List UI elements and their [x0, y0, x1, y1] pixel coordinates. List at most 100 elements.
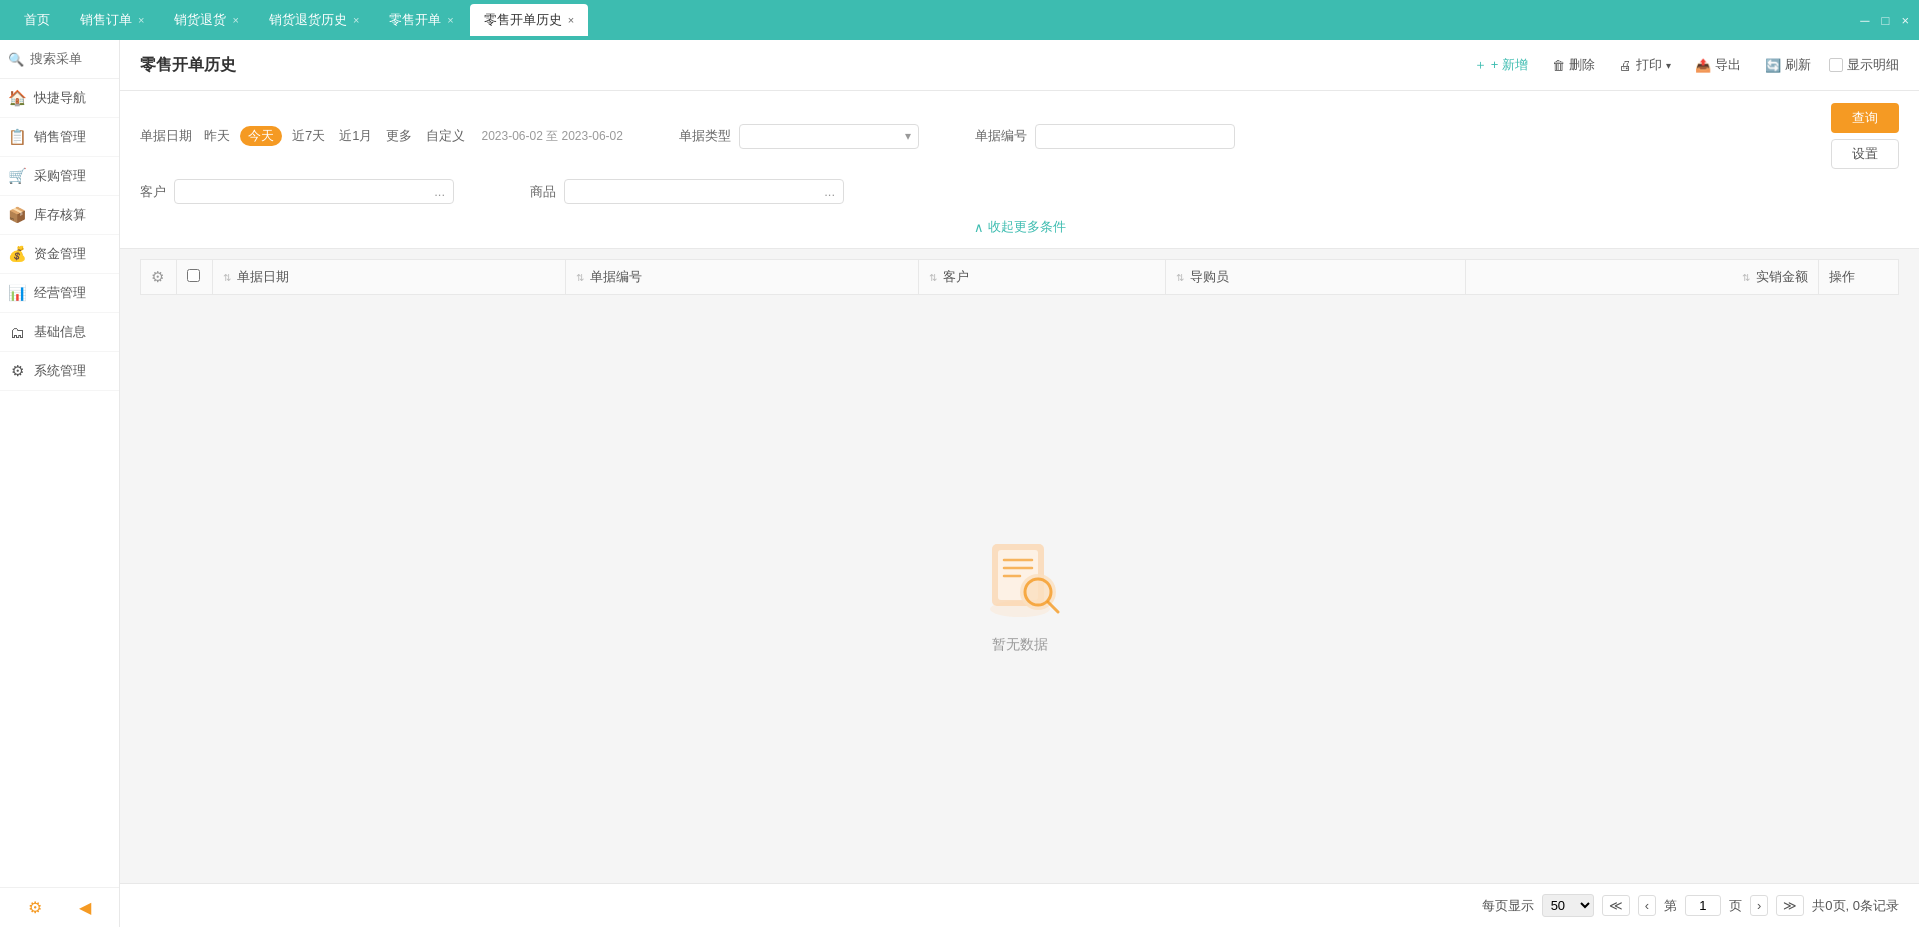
sidebar-label-basic-info: 基础信息	[34, 323, 86, 341]
goods-filter-field: 商品 ...	[530, 179, 844, 204]
sidebar-label-quick-nav: 快捷导航	[34, 89, 86, 107]
page-suffix: 页	[1729, 897, 1742, 915]
sidebar-icon-basic-info: 🗂	[8, 324, 26, 341]
collapse-up-icon: ∧	[974, 220, 984, 235]
type-select[interactable]	[739, 124, 919, 149]
date-filter-label: 单据日期	[140, 127, 192, 145]
date-7days-btn[interactable]: 近7天	[288, 125, 329, 147]
table-header-row: ⚙ ⇅ 单据日期 ⇅ 单据编号	[141, 260, 1899, 295]
sidebar-item-basic-info[interactable]: 🗂 基础信息	[0, 313, 119, 352]
tab-home[interactable]: 首页	[10, 4, 64, 36]
sort-number-icon[interactable]: ⇅	[576, 272, 584, 283]
new-button[interactable]: ＋ + 新增	[1468, 52, 1534, 78]
refresh-icon: 🔄	[1765, 58, 1781, 73]
collapse-bar[interactable]: ∧ 收起更多条件	[140, 214, 1899, 240]
th-customer: ⇅ 客户	[918, 260, 1165, 295]
date-1month-btn[interactable]: 近1月	[335, 125, 376, 147]
page-total-text: 共0页, 0条记录	[1812, 897, 1899, 915]
refresh-button[interactable]: 🔄 刷新	[1759, 52, 1817, 78]
prev-page-btn[interactable]: ‹	[1638, 895, 1656, 916]
tab-close-retail-open-history[interactable]: ×	[568, 14, 574, 26]
date-more-btn[interactable]: 更多	[382, 125, 416, 147]
sidebar-icon-finance: 💰	[8, 245, 26, 263]
table-area: ⚙ ⇅ 单据日期 ⇅ 单据编号	[120, 249, 1919, 883]
goods-browse-btn[interactable]: ...	[824, 184, 835, 199]
tab-close-sales-order[interactable]: ×	[138, 14, 144, 26]
sidebar-icon-quick-nav: 🏠	[8, 89, 26, 107]
select-all-checkbox[interactable]	[187, 269, 200, 282]
date-custom-btn[interactable]: 自定义	[422, 125, 469, 147]
sidebar-search[interactable]: 🔍 搜索采单	[0, 40, 119, 79]
filter-row-2: 客户 ... 商品 ...	[140, 179, 1899, 204]
number-filter-field: 单据编号	[975, 124, 1235, 149]
show-detail-toggle[interactable]: 显示明细	[1829, 56, 1899, 74]
minimize-btn[interactable]: ─	[1860, 13, 1869, 28]
goods-input[interactable]	[573, 184, 824, 199]
export-button[interactable]: 📤 导出	[1689, 52, 1747, 78]
number-filter-label: 单据编号	[975, 127, 1027, 145]
empty-state: 暂无数据	[140, 295, 1899, 883]
sidebar-item-inventory[interactable]: 📦库存核算	[0, 196, 119, 235]
sidebar-item-quick-nav[interactable]: 🏠 快捷导航	[0, 79, 119, 118]
customer-browse-btn[interactable]: ...	[434, 184, 445, 199]
date-range-text: 2023-06-02 至 2023-06-02	[481, 128, 622, 145]
page-title: 零售开单历史	[140, 55, 236, 76]
page-number-input[interactable]	[1685, 895, 1721, 916]
sidebar-item-operations[interactable]: 📊经营管理	[0, 274, 119, 313]
tab-close-sales-return[interactable]: ×	[232, 14, 238, 26]
per-page-label: 每页显示	[1482, 897, 1534, 915]
export-icon: 📤	[1695, 58, 1711, 73]
table-settings-icon[interactable]: ⚙	[151, 268, 164, 285]
close-btn[interactable]: ×	[1901, 13, 1909, 28]
tab-retail-open-history[interactable]: 零售开单历史×	[470, 4, 588, 36]
tab-retail-open[interactable]: 零售开单×	[375, 4, 467, 36]
collapse-sidebar-btn[interactable]: ◀	[79, 898, 91, 917]
restore-btn[interactable]: □	[1882, 13, 1890, 28]
date-yesterday-btn[interactable]: 昨天	[200, 125, 234, 147]
first-page-btn[interactable]: ≪	[1602, 895, 1630, 916]
settings-bottom-icon[interactable]: ⚙	[28, 898, 42, 917]
sidebar-item-system[interactable]: ⚙系统管理	[0, 352, 119, 391]
last-page-btn[interactable]: ≫	[1776, 895, 1804, 916]
sort-guide-icon[interactable]: ⇅	[1176, 272, 1184, 283]
toolbar: ＋ + 新增 🗑 删除 🖨 打印 ▾ 📤 导出 🔄	[1468, 52, 1899, 78]
tab-sales-return[interactable]: 销货退货×	[160, 4, 252, 36]
show-detail-checkbox[interactable]	[1829, 58, 1843, 72]
tab-sales-return-history[interactable]: 销货退货历史×	[255, 4, 373, 36]
type-select-wrap	[739, 124, 919, 149]
tab-close-retail-open[interactable]: ×	[447, 14, 453, 26]
customer-filter-label: 客户	[140, 183, 166, 201]
sidebar-item-finance[interactable]: 💰资金管理	[0, 235, 119, 274]
date-today-btn[interactable]: 今天	[240, 126, 282, 146]
sort-amount-icon[interactable]: ⇅	[1742, 272, 1750, 283]
empty-text: 暂无数据	[992, 636, 1048, 654]
sidebar-item-sales-mgmt[interactable]: 📋销售管理	[0, 118, 119, 157]
th-guide: ⇅ 导购员	[1165, 260, 1465, 295]
sidebar-label-inventory: 库存核算	[34, 206, 86, 224]
tab-sales-order[interactable]: 销售订单×	[66, 4, 158, 36]
type-filter-field: 单据类型	[679, 124, 919, 149]
sidebar-item-purchase-mgmt[interactable]: 🛒采购管理	[0, 157, 119, 196]
th-action: 操作	[1819, 260, 1899, 295]
main-layout: 🔍 搜索采单 🏠 快捷导航 📋销售管理🛒采购管理📦库存核算💰资金管理📊经营管理 🗂 基础…	[0, 40, 1919, 927]
page-header: 零售开单历史 ＋ + 新增 🗑 删除 🖨 打印 ▾ 📤 导出	[120, 40, 1919, 91]
sort-date-icon[interactable]: ⇅	[223, 272, 231, 283]
empty-icon	[970, 524, 1070, 624]
svg-line-8	[1048, 602, 1058, 612]
sort-customer-icon[interactable]: ⇅	[929, 272, 937, 283]
pagination-bar: 每页显示 50 100 ≪ ‹ 第 页 › ≫ 共0页, 0条记录	[120, 883, 1919, 927]
query-button[interactable]: 查询	[1831, 103, 1899, 133]
print-button[interactable]: 🖨 打印 ▾	[1613, 52, 1677, 78]
per-page-select[interactable]: 50 100	[1542, 894, 1594, 917]
window-controls: ─ □ ×	[1860, 13, 1909, 28]
number-input[interactable]	[1035, 124, 1235, 149]
settings-button[interactable]: 设置	[1831, 139, 1899, 169]
next-page-btn[interactable]: ›	[1750, 895, 1768, 916]
delete-button[interactable]: 🗑 删除	[1546, 52, 1601, 78]
sidebar: 🔍 搜索采单 🏠 快捷导航 📋销售管理🛒采购管理📦库存核算💰资金管理📊经营管理 🗂 基础…	[0, 40, 120, 927]
customer-input[interactable]	[183, 184, 434, 199]
th-date: ⇅ 单据日期	[213, 260, 566, 295]
tab-close-sales-return-history[interactable]: ×	[353, 14, 359, 26]
type-filter-label: 单据类型	[679, 127, 731, 145]
sidebar-items-container: 🏠 快捷导航 📋销售管理🛒采购管理📦库存核算💰资金管理📊经营管理 🗂 基础信息 ⚙系统管理	[0, 79, 119, 391]
